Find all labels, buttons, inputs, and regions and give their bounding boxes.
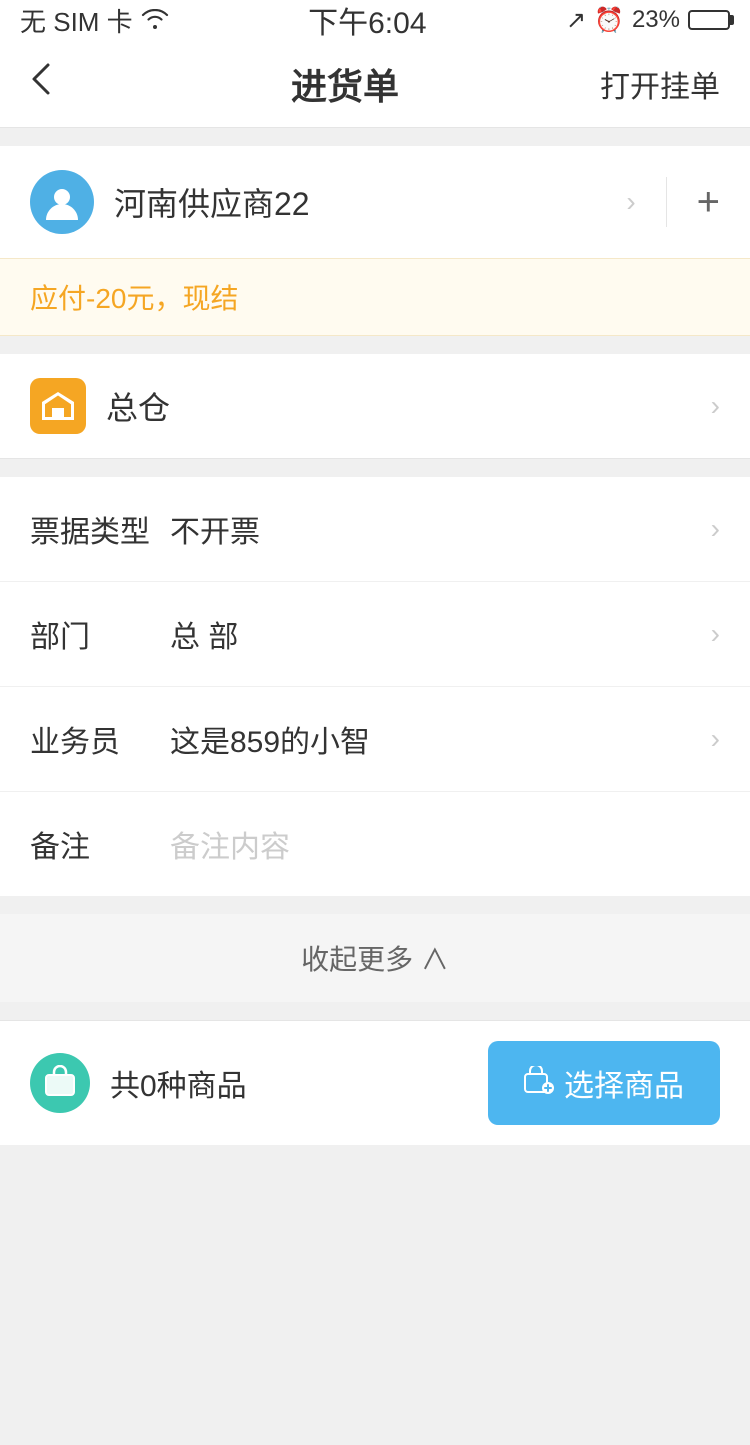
add-supplier-button[interactable]: + [697, 180, 720, 225]
salesperson-value: 这是859的小智 [160, 717, 701, 761]
alarm-icon: ⏰ [594, 6, 624, 35]
department-label: 部门 [30, 612, 160, 656]
battery-bar [688, 10, 730, 30]
invoice-type-value: 不开票 [160, 507, 701, 551]
product-icon [30, 1053, 90, 1113]
section-divider-1 [0, 128, 750, 146]
location-icon: ↗ [566, 6, 586, 35]
battery-percent: 23% [632, 6, 680, 34]
page-title: 进货单 [291, 58, 399, 110]
open-pending-button[interactable]: 打开挂单 [600, 62, 720, 106]
salesperson-arrow: › [711, 723, 720, 755]
bottom-bar: 共0种商品 选择商品 [0, 1020, 750, 1145]
warehouse-arrow-icon: › [711, 390, 720, 422]
remark-placeholder: 备注内容 [160, 822, 720, 866]
select-product-label: 选择商品 [564, 1061, 684, 1105]
remark-row[interactable]: 备注 备注内容 [0, 792, 750, 896]
supplier-card: 河南供应商22 › + 应付-20元，现结 [0, 146, 750, 336]
select-product-icon [524, 1066, 554, 1101]
supplier-name: 河南供应商22 [114, 179, 626, 225]
status-bar: 无 SIM 卡 下午6:04 ↗ ⏰ 23% [0, 0, 750, 40]
supplier-arrow-icon: › [626, 186, 635, 218]
wifi-icon [141, 5, 169, 36]
warehouse-name: 总仓 [106, 383, 711, 429]
carrier-label: 无 SIM 卡 [20, 2, 133, 39]
supplier-row[interactable]: 河南供应商22 › + [0, 146, 750, 258]
select-product-button[interactable]: 选择商品 [488, 1041, 720, 1125]
salesperson-row[interactable]: 业务员 这是859的小智 › [0, 687, 750, 792]
info-notice: 应付-20元，现结 [0, 258, 750, 336]
invoice-type-arrow: › [711, 513, 720, 545]
department-row[interactable]: 部门 总 部 › [0, 582, 750, 687]
remark-label: 备注 [30, 822, 160, 866]
nav-bar: 进货单 打开挂单 [0, 40, 750, 128]
notice-text: 应付-20元，现结 [30, 283, 238, 314]
product-count: 共0种商品 [110, 1061, 488, 1105]
invoice-type-row[interactable]: 票据类型 不开票 › [0, 477, 750, 582]
status-time: 下午6:04 [308, 0, 426, 42]
form-section: 票据类型 不开票 › 部门 总 部 › 业务员 这是859的小智 › 备注 备注… [0, 477, 750, 896]
salesperson-label: 业务员 [30, 717, 160, 761]
collapse-label: 收起更多 ∧ [301, 938, 449, 978]
invoice-type-label: 票据类型 [30, 507, 160, 551]
supplier-avatar [30, 170, 94, 234]
supplier-divider [666, 177, 667, 227]
department-value: 总 部 [160, 612, 701, 656]
warehouse-row[interactable]: 总仓 › [0, 354, 750, 459]
status-right: ↗ ⏰ 23% [566, 6, 730, 35]
warehouse-icon [30, 378, 86, 434]
collapse-button[interactable]: 收起更多 ∧ [0, 914, 750, 1002]
back-button[interactable] [30, 61, 90, 106]
gray-area [0, 1145, 750, 1445]
department-arrow: › [711, 618, 720, 650]
status-left: 无 SIM 卡 [20, 2, 169, 39]
